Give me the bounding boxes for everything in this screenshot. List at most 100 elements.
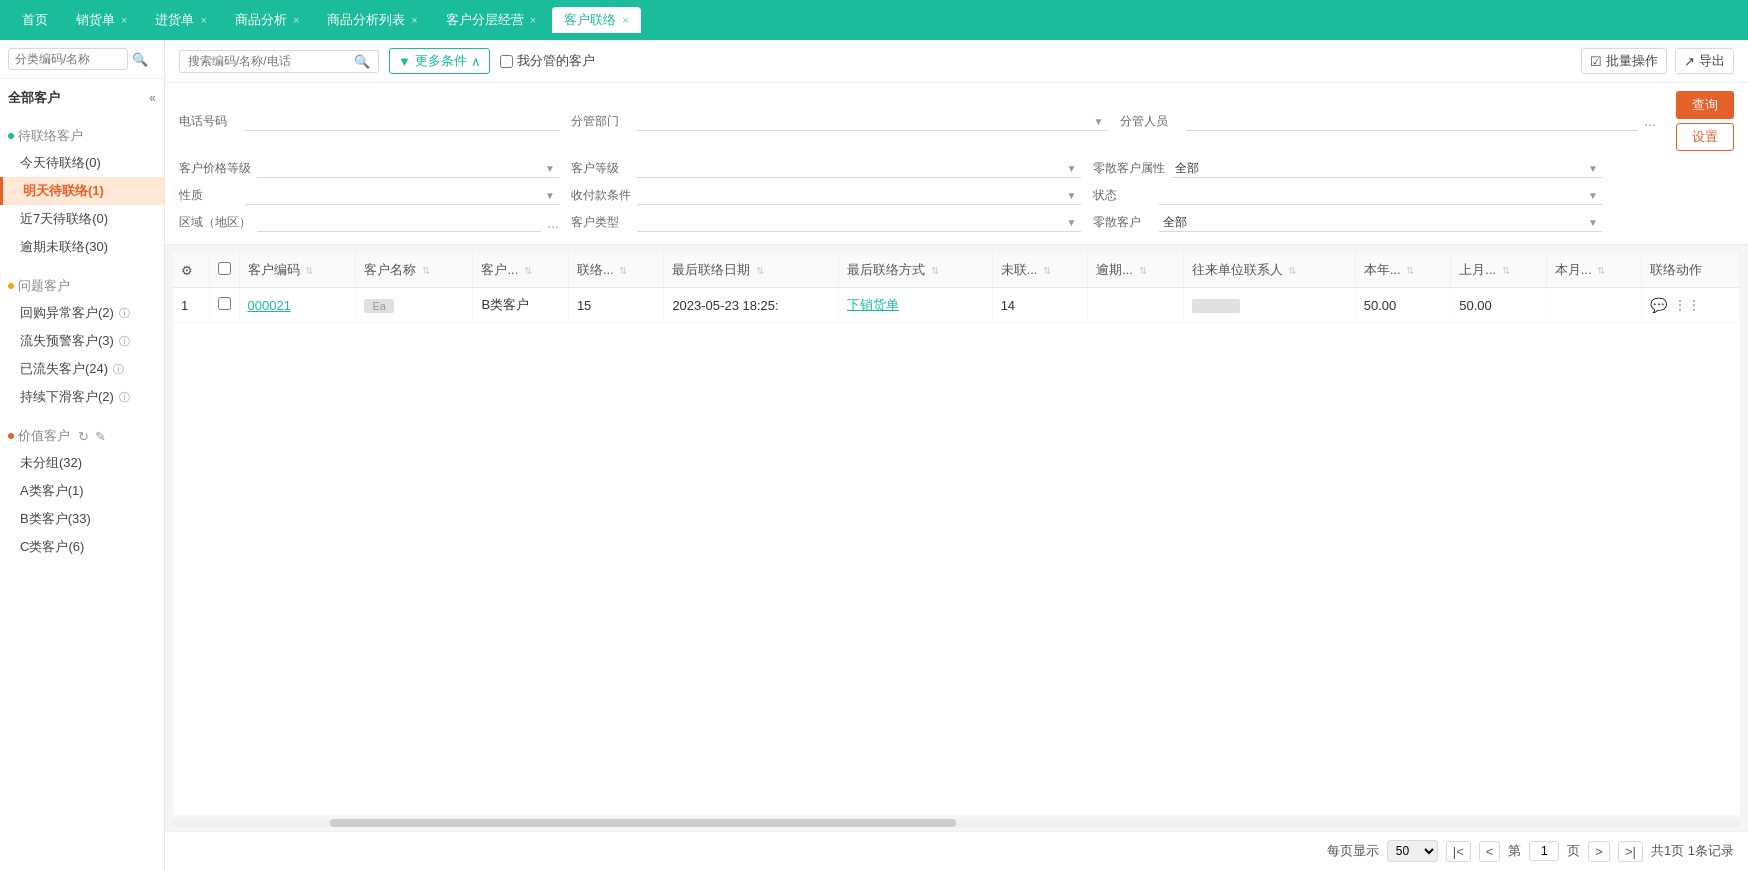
sidebar-all-customers[interactable]: 全部客户 « <box>0 85 164 111</box>
region-input[interactable] <box>257 213 541 232</box>
problem-dot <box>8 283 14 289</box>
set-button[interactable]: 设置 <box>1676 123 1734 151</box>
payment-filter: 收付款条件 ▼ <box>571 186 1081 205</box>
contact-action-icon[interactable]: 💬 <box>1650 297 1667 313</box>
nav-product-analysis-list[interactable]: 商品分析列表 × <box>315 7 429 33</box>
page-number-input[interactable] <box>1529 841 1559 861</box>
price-level-select[interactable] <box>257 159 559 178</box>
sidebar-item-a[interactable]: A类客户(1) <box>0 477 164 505</box>
sidebar-item-b[interactable]: B类客户(33) <box>0 505 164 533</box>
sidebar-item-abnormal[interactable]: 回购异常客户(2) ⓘ <box>0 299 164 327</box>
nav-product-analysis[interactable]: 商品分析 × <box>223 7 311 33</box>
nav-customer-tier[interactable]: 客户分层经营 × <box>434 7 548 33</box>
page-size-select[interactable]: 50 100 200 <box>1387 840 1438 862</box>
last-page-button[interactable]: >| <box>1618 841 1643 862</box>
nav-product-analysis-close[interactable]: × <box>293 14 299 26</box>
col-last-date[interactable]: 最后联络日期 ⇅ <box>664 253 839 288</box>
select-all-checkbox[interactable] <box>218 262 231 275</box>
status-select[interactable] <box>1159 186 1603 205</box>
sidebar-collapse-icon[interactable]: « <box>149 91 156 105</box>
horizontal-scrollbar-thumb[interactable] <box>330 819 957 827</box>
col-cust-type[interactable]: 客户... ⇅ <box>473 253 568 288</box>
retail-cust-select[interactable]: 全部 <box>1159 213 1603 232</box>
nav-home[interactable]: 首页 <box>10 7 60 33</box>
value-edit-icon[interactable]: ✎ <box>95 429 106 444</box>
retail-attr-select[interactable]: 全部 <box>1171 159 1603 178</box>
nav-customer-contact-close[interactable]: × <box>622 14 628 26</box>
nav-purchase-label: 进货单 <box>155 11 194 29</box>
sidebar-all-section: 全部客户 « <box>0 79 164 117</box>
nav-product-analysis-label: 商品分析 <box>235 11 287 29</box>
sort-unit-contact-icon: ⇅ <box>1288 265 1296 276</box>
col-this-year[interactable]: 本年... ⇅ <box>1355 253 1450 288</box>
row-checkbox-input[interactable] <box>218 297 231 310</box>
filter-right-actions: ☑ 批量操作 ↗ 导出 <box>1581 48 1734 74</box>
my-customer-checkbox[interactable] <box>500 55 513 68</box>
last-method-link[interactable]: 下销货单 <box>847 297 899 312</box>
table-row: 1 000021 Ea B类客户 15 2023-05-23 18:25: 下销… <box>173 288 1740 323</box>
cust-type-select[interactable] <box>637 213 1081 232</box>
nav-purchase-close[interactable]: × <box>200 14 206 26</box>
col-unit-contact[interactable]: 往来单位联系人 ⇅ <box>1183 253 1355 288</box>
row-last-method: 下销货单 <box>838 288 992 323</box>
next-page-button[interactable]: > <box>1588 841 1610 862</box>
cust-level-select[interactable] <box>637 159 1081 178</box>
first-page-button[interactable]: |< <box>1446 841 1471 862</box>
horizontal-scrollbar-track[interactable] <box>173 819 1740 827</box>
sidebar-item-tomorrow[interactable]: 明天待联络(1) <box>0 177 164 205</box>
col-last-method[interactable]: 最后联络方式 ⇅ <box>838 253 992 288</box>
sidebar-item-lost[interactable]: 已流失客户(24) ⓘ <box>0 355 164 383</box>
filter-search-box: 🔍 <box>179 50 379 73</box>
prev-page-button[interactable]: < <box>1479 841 1501 862</box>
retail-attr-label: 零散客户属性 <box>1093 160 1165 177</box>
export-button[interactable]: ↗ 导出 <box>1675 48 1734 74</box>
col-last-month[interactable]: 上月... ⇅ <box>1451 253 1546 288</box>
sidebar-item-declining[interactable]: 持续下滑客户(2) ⓘ <box>0 383 164 411</box>
row-this-month <box>1546 288 1641 323</box>
page-label: 第 <box>1508 842 1521 860</box>
nature-select[interactable] <box>245 186 559 205</box>
sidebar-search-icon[interactable]: 🔍 <box>132 52 148 67</box>
sort-contact-count-icon: ⇅ <box>619 265 627 276</box>
nav-product-analysis-list-close[interactable]: × <box>411 14 417 26</box>
payment-select[interactable] <box>637 186 1081 205</box>
sidebar-item-ungrouped[interactable]: 未分组(32) <box>0 449 164 477</box>
phone-input[interactable] <box>245 112 559 131</box>
customer-code-link[interactable]: 000021 <box>248 298 291 313</box>
col-this-month[interactable]: 本月... ⇅ <box>1546 253 1641 288</box>
sidebar-item-7days[interactable]: 近7天待联络(0) <box>0 205 164 233</box>
more-filter-label: 更多条件 <box>415 52 467 70</box>
nav-sales-close[interactable]: × <box>121 14 127 26</box>
sidebar-search-input[interactable] <box>8 48 128 70</box>
region-dots[interactable]: ... <box>547 215 559 231</box>
main-search-icon[interactable]: 🔍 <box>354 54 370 69</box>
row-this-year: 50.00 <box>1355 288 1450 323</box>
nav-sales[interactable]: 销货单 × <box>64 7 139 33</box>
col-code[interactable]: 客户编码 ⇅ <box>239 253 356 288</box>
more-action-icon[interactable]: ⋮⋮ <box>1673 297 1701 313</box>
main-search-input[interactable] <box>188 54 350 68</box>
col-name[interactable]: 客户名称 ⇅ <box>356 253 473 288</box>
col-checkbox <box>209 253 239 288</box>
sidebar-item-warning[interactable]: 流失预警客户(3) ⓘ <box>0 327 164 355</box>
retail-cust-select-wrapper: 全部 ▼ <box>1159 213 1603 232</box>
sidebar-item-today[interactable]: 今天待联络(0) <box>0 149 164 177</box>
nav-customer-tier-close[interactable]: × <box>530 14 536 26</box>
col-contact-count[interactable]: 联络... ⇅ <box>568 253 663 288</box>
nav-purchase[interactable]: 进货单 × <box>143 7 218 33</box>
col-overdue[interactable]: 逾期... ⇅ <box>1088 253 1183 288</box>
region-filter: 区域（地区） ... <box>179 213 559 232</box>
sidebar-all-label: 全部客户 <box>8 89 60 107</box>
dept-select[interactable] <box>637 112 1108 131</box>
person-dots[interactable]: ... <box>1644 113 1656 129</box>
sidebar-item-c[interactable]: C类客户(6) <box>0 533 164 561</box>
col-settings[interactable]: ⚙ <box>173 253 209 288</box>
query-button[interactable]: 查询 <box>1676 91 1734 119</box>
value-refresh-icon[interactable]: ↻ <box>78 429 89 444</box>
person-input[interactable] <box>1186 112 1639 131</box>
more-filter-button[interactable]: ▼ 更多条件 ∧ <box>389 48 490 74</box>
col-uncontacted[interactable]: 未联... ⇅ <box>992 253 1087 288</box>
nav-customer-contact[interactable]: 客户联络 × <box>552 7 640 33</box>
sidebar-item-overdue[interactable]: 逾期未联络(30) <box>0 233 164 261</box>
batch-op-button[interactable]: ☑ 批量操作 <box>1581 48 1667 74</box>
